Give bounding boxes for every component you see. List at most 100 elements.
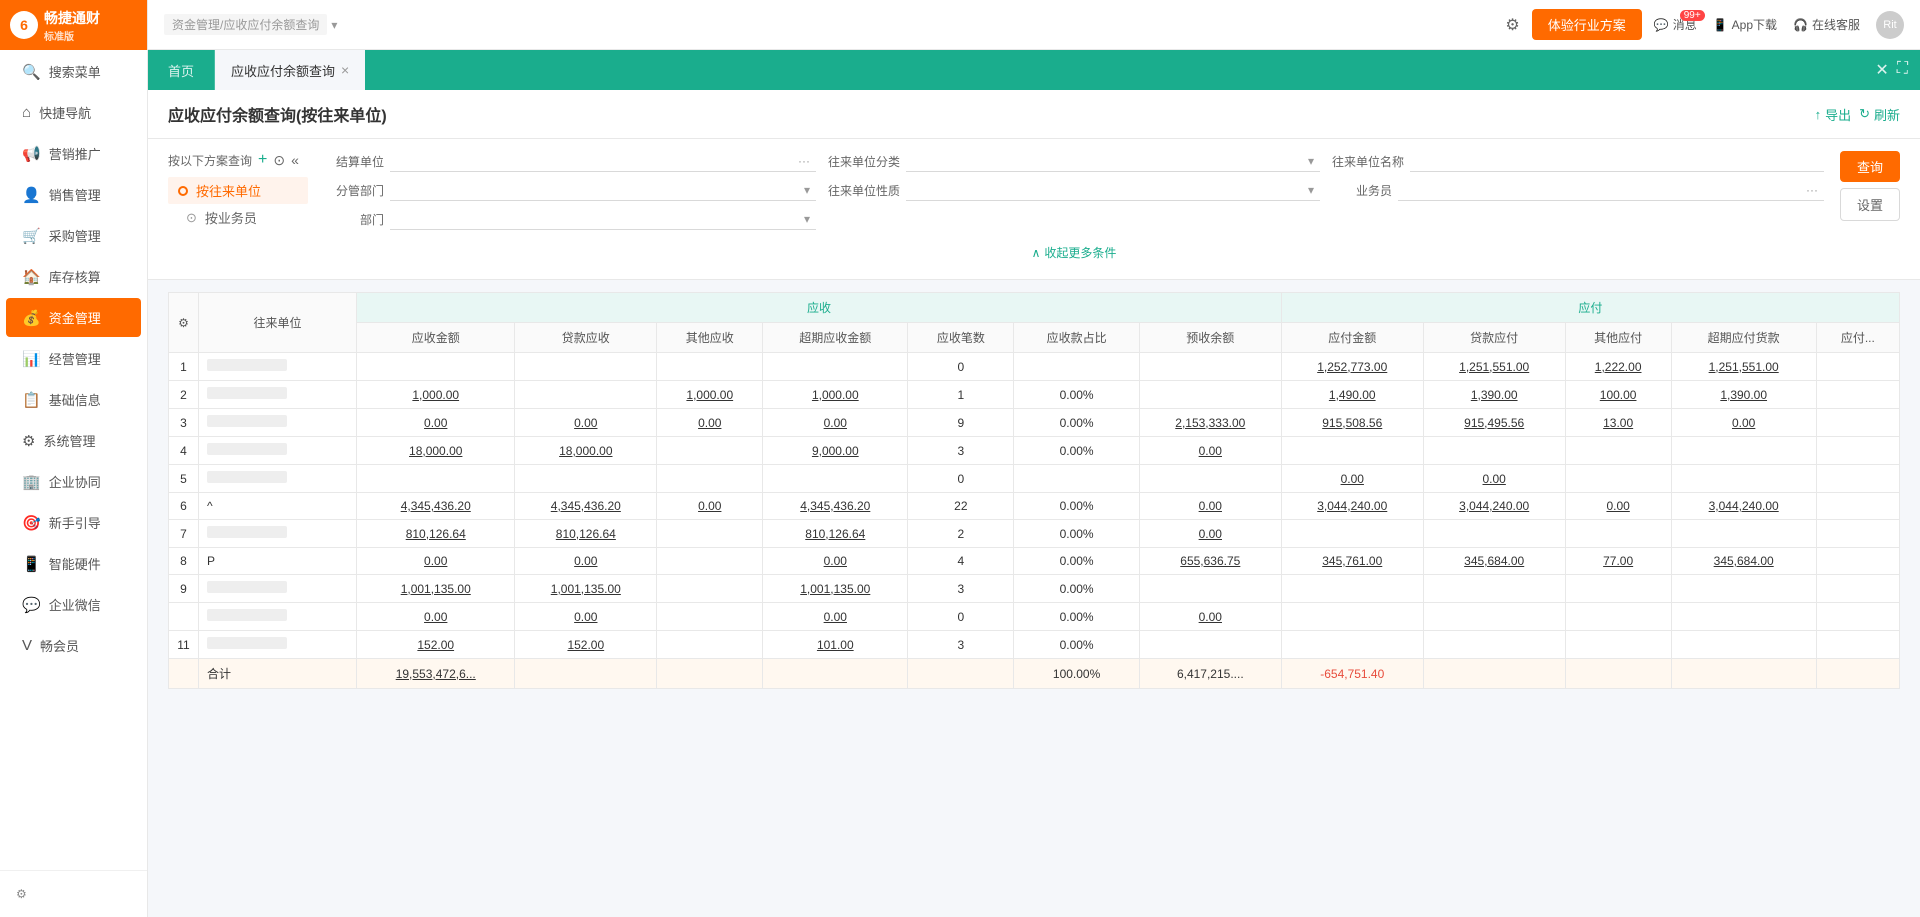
sidebar-item-search[interactable]: 🔍 搜索菜单 bbox=[6, 52, 141, 91]
tab-active[interactable]: 应收应付余额查询 × bbox=[215, 50, 365, 90]
table-cell[interactable]: 18,000.00 bbox=[515, 437, 657, 465]
table-cell[interactable]: 2,153,333.00 bbox=[1139, 409, 1281, 437]
collapse-button[interactable]: ∧ 收起更多条件 bbox=[1026, 238, 1123, 267]
table-cell[interactable]: 0.00 bbox=[515, 409, 657, 437]
table-cell[interactable]: 1,251,551.00 bbox=[1671, 353, 1816, 381]
table-cell[interactable]: 0.00 bbox=[763, 603, 908, 631]
table-cell[interactable]: 9,000.00 bbox=[763, 437, 908, 465]
settlement-unit-input[interactable]: ··· bbox=[390, 151, 816, 172]
sidebar-item-member[interactable]: V 畅会员 bbox=[6, 626, 141, 665]
table-cell[interactable]: 3,044,240.00 bbox=[1671, 493, 1816, 520]
table-cell[interactable]: 152.00 bbox=[357, 631, 515, 659]
table-cell[interactable]: 0.00 bbox=[763, 409, 908, 437]
table-cell[interactable]: 4,345,436.20 bbox=[515, 493, 657, 520]
table-cell[interactable]: 0.00 bbox=[515, 548, 657, 575]
sidebar-item-finance[interactable]: 💰 资金管理 bbox=[6, 298, 141, 337]
settings-icon[interactable]: ⚙ bbox=[1505, 15, 1519, 35]
table-cell[interactable]: 3,044,240.00 bbox=[1423, 493, 1565, 520]
tab-home[interactable]: 首页 bbox=[148, 50, 215, 90]
table-cell[interactable]: 1,000.00 bbox=[763, 381, 908, 409]
table-cell[interactable]: 0.00 bbox=[1565, 493, 1671, 520]
salesman-input[interactable]: ··· bbox=[1398, 180, 1824, 201]
total-rec-amount[interactable]: 19,553,472,6... bbox=[357, 659, 515, 689]
table-cell[interactable]: 152.00 bbox=[515, 631, 657, 659]
table-cell[interactable]: 1,001,135.00 bbox=[515, 575, 657, 603]
maximize-icon[interactable]: ⛶ bbox=[1897, 60, 1908, 80]
table-cell[interactable]: 0.00 bbox=[357, 409, 515, 437]
user-avatar[interactable]: Rit bbox=[1876, 11, 1904, 39]
table-cell[interactable]: 0.00 bbox=[515, 603, 657, 631]
table-cell[interactable]: 101.00 bbox=[763, 631, 908, 659]
table-cell[interactable]: 4,345,436.20 bbox=[357, 493, 515, 520]
sidebar-item-basic[interactable]: 📋 基础信息 bbox=[6, 380, 141, 419]
table-cell[interactable]: 345,684.00 bbox=[1423, 548, 1565, 575]
add-scheme-icon[interactable]: + bbox=[258, 151, 267, 169]
sidebar-item-hardware[interactable]: 📱 智能硬件 bbox=[6, 544, 141, 583]
scheme-expand-icon[interactable]: « bbox=[291, 152, 299, 168]
table-cell[interactable]: 1,222.00 bbox=[1565, 353, 1671, 381]
messages-button[interactable]: 💬 消息 99+ bbox=[1654, 16, 1697, 33]
sidebar-item-purchase[interactable]: 🛒 采购管理 bbox=[6, 216, 141, 255]
table-cell[interactable]: 810,126.64 bbox=[763, 520, 908, 548]
partner-category-select[interactable]: ▾ bbox=[906, 151, 1320, 172]
scheme-by-partner[interactable]: 按往来单位 bbox=[168, 177, 308, 204]
export-button[interactable]: ↑ 导出 bbox=[1815, 105, 1852, 124]
dept-select[interactable]: ▾ bbox=[390, 209, 816, 230]
table-cell[interactable]: 655,636.75 bbox=[1139, 548, 1281, 575]
table-cell[interactable]: 0.00 bbox=[1423, 465, 1565, 493]
partner-name-input[interactable] bbox=[1410, 151, 1824, 172]
table-cell[interactable]: 1,490.00 bbox=[1281, 381, 1423, 409]
table-cell[interactable]: 1,001,135.00 bbox=[357, 575, 515, 603]
table-cell[interactable]: 1,390.00 bbox=[1423, 381, 1565, 409]
table-cell[interactable]: 0.00 bbox=[1281, 465, 1423, 493]
table-cell[interactable]: 100.00 bbox=[1565, 381, 1671, 409]
table-cell[interactable]: 810,126.64 bbox=[515, 520, 657, 548]
scheme-by-salesman[interactable]: ⊙ 按业务员 bbox=[168, 204, 308, 231]
table-cell[interactable]: 0.00 bbox=[1139, 437, 1281, 465]
sidebar-item-beginner[interactable]: 🎯 新手引导 bbox=[6, 503, 141, 542]
sidebar-item-sales[interactable]: 👤 销售管理 bbox=[6, 175, 141, 214]
sidebar-item-inventory[interactable]: 🏠 库存核算 bbox=[6, 257, 141, 296]
table-cell[interactable]: 915,495.56 bbox=[1423, 409, 1565, 437]
col-settings[interactable]: ⚙ bbox=[169, 293, 199, 353]
app-download-button[interactable]: 📱 App下载 bbox=[1713, 16, 1777, 33]
dept-mgr-select[interactable]: ▾ bbox=[390, 180, 816, 201]
table-cell[interactable]: 0.00 bbox=[1671, 409, 1816, 437]
table-cell[interactable]: 345,684.00 bbox=[1671, 548, 1816, 575]
table-cell[interactable]: 0.00 bbox=[357, 603, 515, 631]
sidebar-item-marketing[interactable]: 📢 营销推广 bbox=[6, 134, 141, 173]
scheme-settings-icon[interactable]: ⊙ bbox=[273, 152, 285, 169]
sidebar-item-operations[interactable]: 📊 经营管理 bbox=[6, 339, 141, 378]
customer-service-button[interactable]: 🎧 在线客服 bbox=[1793, 16, 1860, 33]
table-cell[interactable]: 0.00 bbox=[657, 493, 763, 520]
table-cell[interactable]: 1,001,135.00 bbox=[763, 575, 908, 603]
table-cell[interactable]: 4,345,436.20 bbox=[763, 493, 908, 520]
table-cell[interactable]: 1,251,551.00 bbox=[1423, 353, 1565, 381]
sidebar-item-system[interactable]: ⚙ 系统管理 bbox=[6, 421, 141, 460]
table-cell[interactable]: 0.00 bbox=[357, 548, 515, 575]
table-cell[interactable]: 18,000.00 bbox=[357, 437, 515, 465]
table-cell[interactable]: 915,508.56 bbox=[1281, 409, 1423, 437]
table-cell[interactable]: 77.00 bbox=[1565, 548, 1671, 575]
table-cell[interactable]: 1,252,773.00 bbox=[1281, 353, 1423, 381]
query-button[interactable]: 查询 bbox=[1840, 151, 1900, 182]
settings-button[interactable]: 设置 bbox=[1840, 188, 1900, 221]
table-cell[interactable]: 810,126.64 bbox=[357, 520, 515, 548]
sidebar-item-quick[interactable]: ⌂ 快捷导航 bbox=[6, 93, 141, 132]
table-cell[interactable]: 1,000.00 bbox=[657, 381, 763, 409]
tab-close-icon[interactable]: × bbox=[341, 62, 349, 78]
partner-nature-select[interactable]: ▾ bbox=[906, 180, 1320, 201]
table-cell[interactable]: 0.00 bbox=[657, 409, 763, 437]
table-cell[interactable]: 1,390.00 bbox=[1671, 381, 1816, 409]
refresh-button[interactable]: ↻ 刷新 bbox=[1859, 105, 1900, 124]
settings-footer-btn[interactable]: ⚙ bbox=[0, 879, 147, 909]
sidebar-item-wechat[interactable]: 💬 企业微信 bbox=[6, 585, 141, 624]
table-cell[interactable]: 0.00 bbox=[763, 548, 908, 575]
sidebar-item-enterprise[interactable]: 🏢 企业协同 bbox=[6, 462, 141, 501]
table-cell[interactable]: 345,761.00 bbox=[1281, 548, 1423, 575]
table-cell[interactable]: 0.00 bbox=[1139, 603, 1281, 631]
table-cell[interactable]: 3,044,240.00 bbox=[1281, 493, 1423, 520]
close-window-icon[interactable]: ✕ bbox=[1875, 60, 1888, 80]
promo-button[interactable]: 体验行业方案 bbox=[1532, 9, 1642, 40]
table-cell[interactable]: 0.00 bbox=[1139, 493, 1281, 520]
